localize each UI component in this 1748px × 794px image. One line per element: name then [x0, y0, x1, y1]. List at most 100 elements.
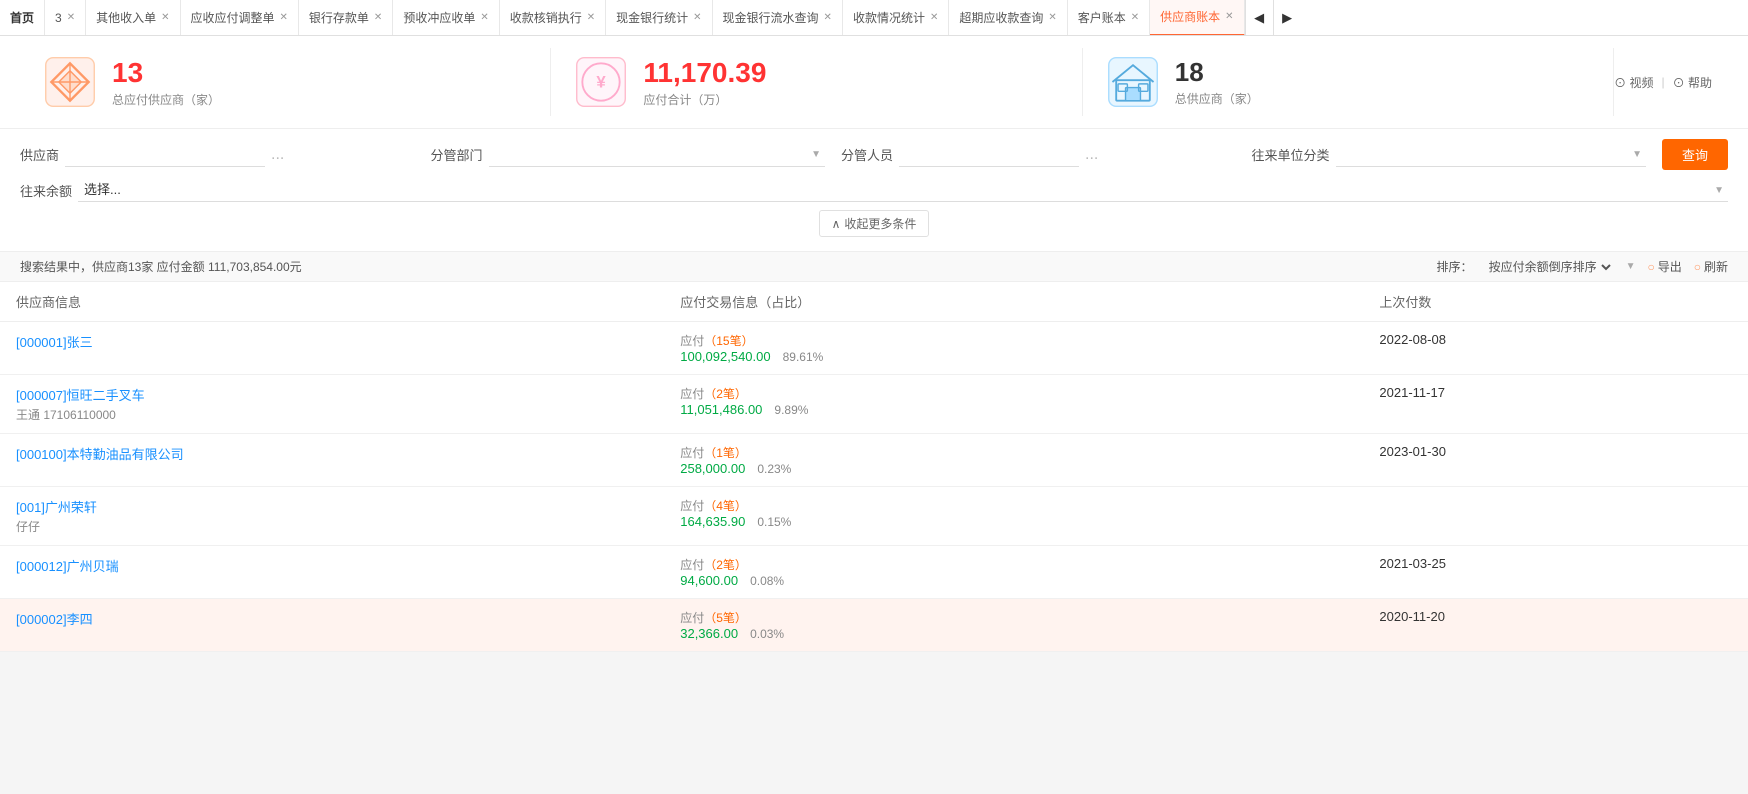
filter-area: 供应商 ... 分管部门 ▼ 分管人员 ... 往来单位分类 — [0, 129, 1748, 252]
close-icon[interactable]: ✕ — [824, 12, 832, 23]
payable-count: （2笔） — [704, 558, 747, 572]
supplier-info-cell: [000012]广州贝瑞 — [0, 546, 664, 599]
search-button[interactable]: 查询 — [1662, 139, 1728, 170]
nav-next-arrow[interactable]: ▶ — [1273, 0, 1301, 36]
nav-tab-customer-book-label: 客户账本 — [1078, 9, 1126, 26]
summary-row: 13 总应付供应商（家） ¥ 11,170.39 应付合计（万） — [0, 36, 1748, 129]
nav-tab-3[interactable]: 3 ✕ — [45, 0, 86, 36]
close-icon[interactable]: ✕ — [1225, 11, 1233, 22]
filter-category: 往来单位分类 ▼ — [1252, 143, 1647, 167]
nav-tab-cash-stats[interactable]: 现金银行统计 ✕ — [606, 0, 712, 36]
filter-dept: 分管部门 ▼ — [431, 143, 826, 167]
dept-label: 分管部门 — [431, 145, 483, 164]
last-payment-cell: 2022-08-08 — [1363, 322, 1748, 375]
top-nav: 首页 3 ✕ 其他收入单 ✕ 应收应付调整单 ✕ 银行存款单 ✕ 预收冲应收单 … — [0, 0, 1748, 36]
export-icon: ○ — [1647, 260, 1654, 274]
filter-supplier: 供应商 ... — [20, 143, 415, 167]
close-icon[interactable]: ✕ — [587, 12, 595, 23]
payable-supplier-icon — [40, 52, 100, 112]
payable-amount[interactable]: 11,051,486.00 — [680, 402, 762, 417]
payable-info-cell: 应付（1笔）258,000.000.23% — [664, 434, 1363, 487]
category-select[interactable] — [1336, 143, 1646, 167]
nav-prev-arrow[interactable]: ◀ — [1245, 0, 1273, 36]
nav-tab-cash-flow[interactable]: 现金银行流水查询 ✕ — [713, 0, 843, 36]
table-row: [000002]李四应付（5笔）32,366.000.03%2020-11-20 — [0, 599, 1748, 652]
filter-row-2: 往来余额 选择... ▼ — [20, 178, 1728, 202]
summary-card1-label: 总应付供应商（家） — [112, 91, 220, 108]
close-icon[interactable]: ✕ — [1048, 12, 1056, 23]
payable-percent: 0.23% — [757, 462, 791, 476]
nav-tab-collection-stats-label: 收款情况统计 — [853, 9, 925, 26]
filter-balance: 往来余额 选择... ▼ — [20, 178, 1728, 202]
close-icon[interactable]: ✕ — [480, 12, 488, 23]
supplier-link[interactable]: [000012]广州贝瑞 — [16, 559, 119, 574]
summary-card1-text: 13 总应付供应商（家） — [112, 56, 220, 109]
payable-info-cell: 应付（2笔）11,051,486.009.89% — [664, 375, 1363, 434]
payable-percent: 89.61% — [783, 350, 824, 364]
payable-count: （1笔） — [704, 446, 747, 460]
summary-card3-number: 18 — [1175, 57, 1259, 88]
result-bar-right: 排序： 按应付余额倒序排序 ▼ ○ 导出 ○ 刷新 — [1437, 258, 1728, 275]
dept-select[interactable] — [489, 143, 825, 167]
nav-tab-other-income[interactable]: 其他收入单 ✕ — [86, 0, 180, 36]
refresh-button[interactable]: ○ 刷新 — [1694, 258, 1728, 275]
supplier-info-cell: [000007]恒旺二手叉车王通 17106110000 — [0, 375, 664, 434]
person-input[interactable] — [899, 143, 1079, 167]
summary-card1-number: 13 — [112, 56, 220, 90]
nav-tab-other-income-label: 其他收入单 — [96, 9, 156, 26]
close-icon[interactable]: ✕ — [374, 12, 382, 23]
nav-tab-cash-flow-label: 现金银行流水查询 — [723, 9, 819, 26]
total-supplier-icon — [1103, 52, 1163, 112]
close-icon[interactable]: ✕ — [280, 12, 288, 23]
balance-select[interactable]: 选择... — [78, 178, 1728, 202]
close-icon[interactable]: ✕ — [693, 12, 701, 23]
payable-amount[interactable]: 94,600.00 — [680, 573, 738, 588]
supplier-input[interactable] — [65, 143, 265, 167]
payable-amount[interactable]: 164,635.90 — [680, 514, 745, 529]
supplier-dots[interactable]: ... — [271, 146, 284, 164]
supplier-sub-info: 王通 17106110000 — [16, 406, 648, 423]
nav-tab-supplier-book[interactable]: 供应商账本 ✕ — [1150, 0, 1244, 36]
payable-percent: 0.03% — [750, 627, 784, 641]
supplier-link[interactable]: [001]广州荣轩 — [16, 500, 97, 515]
payable-info-cell: 应付（4笔）164,635.900.15% — [664, 487, 1363, 546]
supplier-link[interactable]: [000001]张三 — [16, 335, 93, 350]
payable-amount[interactable]: 100,092,540.00 — [680, 349, 770, 364]
refresh-icon: ○ — [1694, 260, 1701, 274]
nav-tab-bank-deposit[interactable]: 银行存款单 ✕ — [299, 0, 393, 36]
nav-tab-collection[interactable]: 收款核销执行 ✕ — [500, 0, 606, 36]
nav-tab-collection-label: 收款核销执行 — [510, 9, 582, 26]
payable-label: 应付 — [680, 387, 704, 401]
nav-tab-home[interactable]: 首页 — [0, 0, 45, 36]
payable-total-icon: ¥ — [571, 52, 631, 112]
balance-label: 往来余额 — [20, 181, 72, 200]
export-button[interactable]: ○ 导出 — [1647, 258, 1681, 275]
nav-tab-adjustment[interactable]: 应收应付调整单 ✕ — [181, 0, 299, 36]
payable-percent: 9.89% — [774, 403, 808, 417]
sort-select[interactable]: 按应付余额倒序排序 — [1485, 259, 1614, 275]
summary-card2-number: 11,170.39 — [643, 56, 766, 90]
nav-tab-overdue[interactable]: 超期应收款查询 ✕ — [949, 0, 1067, 36]
nav-tab-prepay[interactable]: 预收冲应收单 ✕ — [393, 0, 499, 36]
dept-select-wrap: ▼ — [489, 143, 825, 167]
video-link[interactable]: ⊙ 视频 — [1614, 74, 1653, 91]
close-icon[interactable]: ✕ — [161, 12, 169, 23]
payable-amount[interactable]: 32,366.00 — [680, 626, 738, 641]
th-payable-info: 应付交易信息（占比） — [664, 282, 1363, 322]
nav-tab-collection-stats[interactable]: 收款情况统计 ✕ — [843, 0, 949, 36]
supplier-link[interactable]: [000002]李四 — [16, 612, 93, 627]
close-icon[interactable]: ✕ — [1131, 12, 1139, 23]
nav-tab-customer-book[interactable]: 客户账本 ✕ — [1068, 0, 1150, 36]
supplier-info-cell: [000002]李四 — [0, 599, 664, 652]
collapse-button[interactable]: ∧ 收起更多条件 — [819, 210, 930, 237]
person-dots[interactable]: ... — [1085, 146, 1098, 164]
close-icon[interactable]: ✕ — [930, 12, 938, 23]
payable-percent: 0.08% — [750, 574, 784, 588]
help-link[interactable]: ⊙ 帮助 — [1673, 74, 1712, 91]
payable-amount[interactable]: 258,000.00 — [680, 461, 745, 476]
close-icon[interactable]: ✕ — [67, 12, 75, 23]
summary-card-total-suppliers: 18 总供应商（家） — [1083, 48, 1614, 116]
supplier-link[interactable]: [000007]恒旺二手叉车 — [16, 388, 145, 403]
supplier-link[interactable]: [000100]本特勤油品有限公司 — [16, 447, 184, 462]
last-payment-cell: 2021-03-25 — [1363, 546, 1748, 599]
